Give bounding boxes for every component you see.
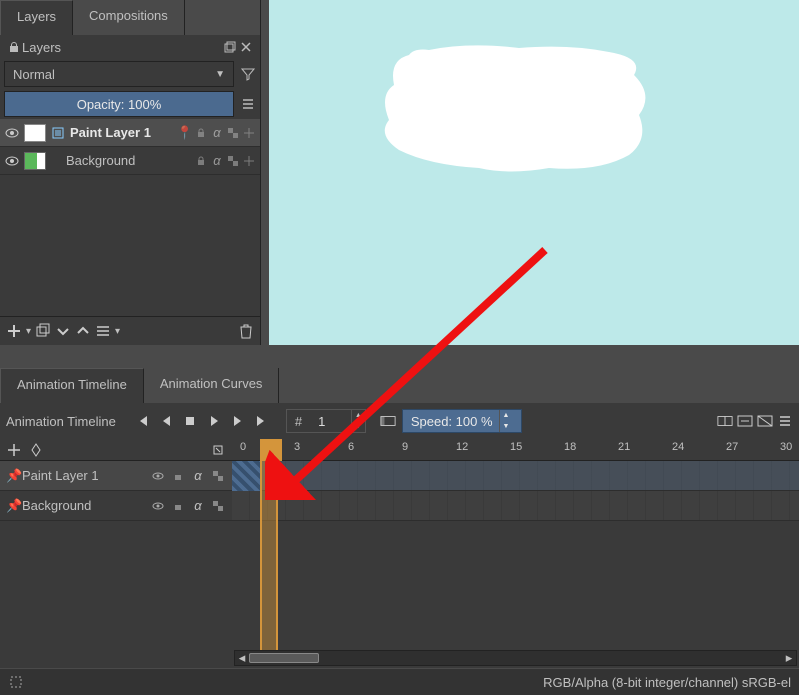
docker-tabbar: Layers Compositions	[0, 0, 260, 35]
add-keyframe-button[interactable]	[6, 442, 22, 458]
paint-stroke	[369, 40, 659, 180]
layer-name[interactable]: Background	[66, 153, 190, 168]
stop-button[interactable]	[180, 411, 200, 431]
layer-item[interactable]: Background α	[0, 147, 260, 175]
timeline-layer-panel: 📌 Paint Layer 1 α 📌 Background α	[0, 439, 232, 668]
checker-icon[interactable]	[210, 498, 226, 514]
pin-icon[interactable]: 📌	[6, 468, 18, 484]
next-frame-button[interactable]	[228, 411, 248, 431]
layer-type-icon	[50, 125, 66, 141]
checker-icon[interactable]	[226, 126, 240, 140]
checker-icon[interactable]	[226, 154, 240, 168]
layer-list: Paint Layer 1 📍 α Background α	[0, 119, 260, 316]
ruler-tick: 21	[618, 441, 630, 453]
ruler-tick: 0	[240, 441, 246, 453]
layer-thumbnail	[24, 152, 46, 170]
blend-mode-value: Normal	[13, 67, 55, 82]
layer-property-icons: α	[194, 154, 256, 168]
opacity-slider[interactable]: Opacity: 100%	[4, 91, 234, 117]
alpha-icon[interactable]: α	[190, 468, 206, 484]
opacity-label: Opacity:	[77, 97, 125, 112]
auto-frame-icon[interactable]	[737, 413, 753, 429]
zoom-icon[interactable]	[757, 413, 773, 429]
close-docker-icon[interactable]	[238, 39, 254, 55]
play-button[interactable]	[204, 411, 224, 431]
scroll-right-button[interactable]: ▸	[782, 651, 796, 665]
add-layer-button[interactable]	[6, 323, 22, 339]
tab-layers[interactable]: Layers	[0, 0, 73, 35]
skip-start-button[interactable]	[132, 411, 152, 431]
hold-frame-span[interactable]	[232, 461, 260, 491]
lock-icon[interactable]	[194, 126, 208, 140]
timeline-layer-name: Paint Layer 1	[22, 468, 146, 483]
tab-animation-curves[interactable]: Animation Curves	[144, 368, 280, 403]
layer-item[interactable]: Paint Layer 1 📍 α	[0, 119, 260, 147]
selection-indicator-icon[interactable]	[8, 674, 24, 690]
properties-button[interactable]	[95, 323, 111, 339]
ruler-tick: 18	[564, 441, 576, 453]
settings-menu-button[interactable]	[777, 413, 793, 429]
timeline-layer-row[interactable]: 📌 Background α	[0, 491, 232, 521]
status-bar: RGB/Alpha (8-bit integer/channel) sRGB-e…	[0, 669, 799, 695]
float-docker-icon[interactable]	[222, 39, 238, 55]
visibility-icon[interactable]	[4, 153, 20, 169]
alpha-icon[interactable]: α	[210, 126, 224, 140]
transport-controls	[132, 411, 272, 431]
alpha-icon[interactable]: α	[210, 154, 224, 168]
color-space-info: RGB/Alpha (8-bit integer/channel) sRGB-e…	[543, 675, 791, 690]
duplicate-layer-button[interactable]	[35, 323, 51, 339]
lock-icon	[6, 39, 22, 55]
chevron-down-icon[interactable]: ▾	[115, 326, 120, 337]
layer-property-icons: 📍 α	[178, 126, 256, 140]
pin-icon[interactable]: 📌	[6, 498, 18, 514]
move-icon[interactable]	[242, 154, 256, 168]
remove-keyframe-button[interactable]	[28, 442, 44, 458]
delete-layer-button[interactable]	[238, 323, 254, 339]
docker-title-text: Layers	[22, 40, 61, 55]
move-down-button[interactable]	[55, 323, 71, 339]
lock-icon[interactable]	[170, 468, 186, 484]
opacity-options-icon[interactable]	[240, 96, 256, 112]
move-up-button[interactable]	[75, 323, 91, 339]
lock-icon[interactable]	[194, 154, 208, 168]
timeline-layer-name: Background	[22, 498, 146, 513]
visibility-icon[interactable]	[4, 125, 20, 141]
visibility-icon[interactable]	[150, 468, 166, 484]
scroll-left-button[interactable]: ◂	[235, 651, 249, 665]
tab-compositions[interactable]: Compositions	[73, 0, 185, 35]
filter-icon[interactable]	[240, 66, 256, 82]
ruler-tick: 27	[726, 441, 738, 453]
chevron-down-icon: ▼	[215, 69, 225, 80]
timeline-scrollbar[interactable]: ◂ ▸	[234, 650, 797, 666]
layer-name[interactable]: Paint Layer 1	[70, 125, 174, 140]
chevron-down-icon[interactable]: ▾	[26, 326, 31, 337]
ruler-tick: 24	[672, 441, 684, 453]
docker-titlebar: Layers	[0, 35, 260, 59]
blend-mode-select[interactable]: Normal ▼	[4, 61, 234, 87]
lock-icon[interactable]	[170, 498, 186, 514]
opacity-value: 100%	[128, 97, 161, 112]
annotation-arrow	[265, 240, 565, 500]
pin-icon[interactable]: 📍	[178, 126, 192, 140]
onion-skin-icon[interactable]	[717, 413, 733, 429]
alpha-icon[interactable]: α	[190, 498, 206, 514]
scrollbar-thumb[interactable]	[249, 653, 319, 663]
layer-toolbar: ▾ ▾	[0, 316, 260, 345]
pin-layer-button[interactable]	[210, 442, 226, 458]
checker-icon[interactable]	[210, 468, 226, 484]
prev-frame-button[interactable]	[156, 411, 176, 431]
visibility-icon[interactable]	[150, 498, 166, 514]
layer-thumbnail	[24, 124, 46, 142]
ruler-tick: 30	[780, 441, 792, 453]
timeline-layer-row[interactable]: 📌 Paint Layer 1 α	[0, 461, 232, 491]
move-icon[interactable]	[242, 126, 256, 140]
animation-timeline-title: Animation Timeline	[6, 414, 116, 429]
tab-animation-timeline[interactable]: Animation Timeline	[0, 368, 144, 403]
layers-docker: Layers Compositions Layers Normal ▼ Opac…	[0, 0, 261, 345]
